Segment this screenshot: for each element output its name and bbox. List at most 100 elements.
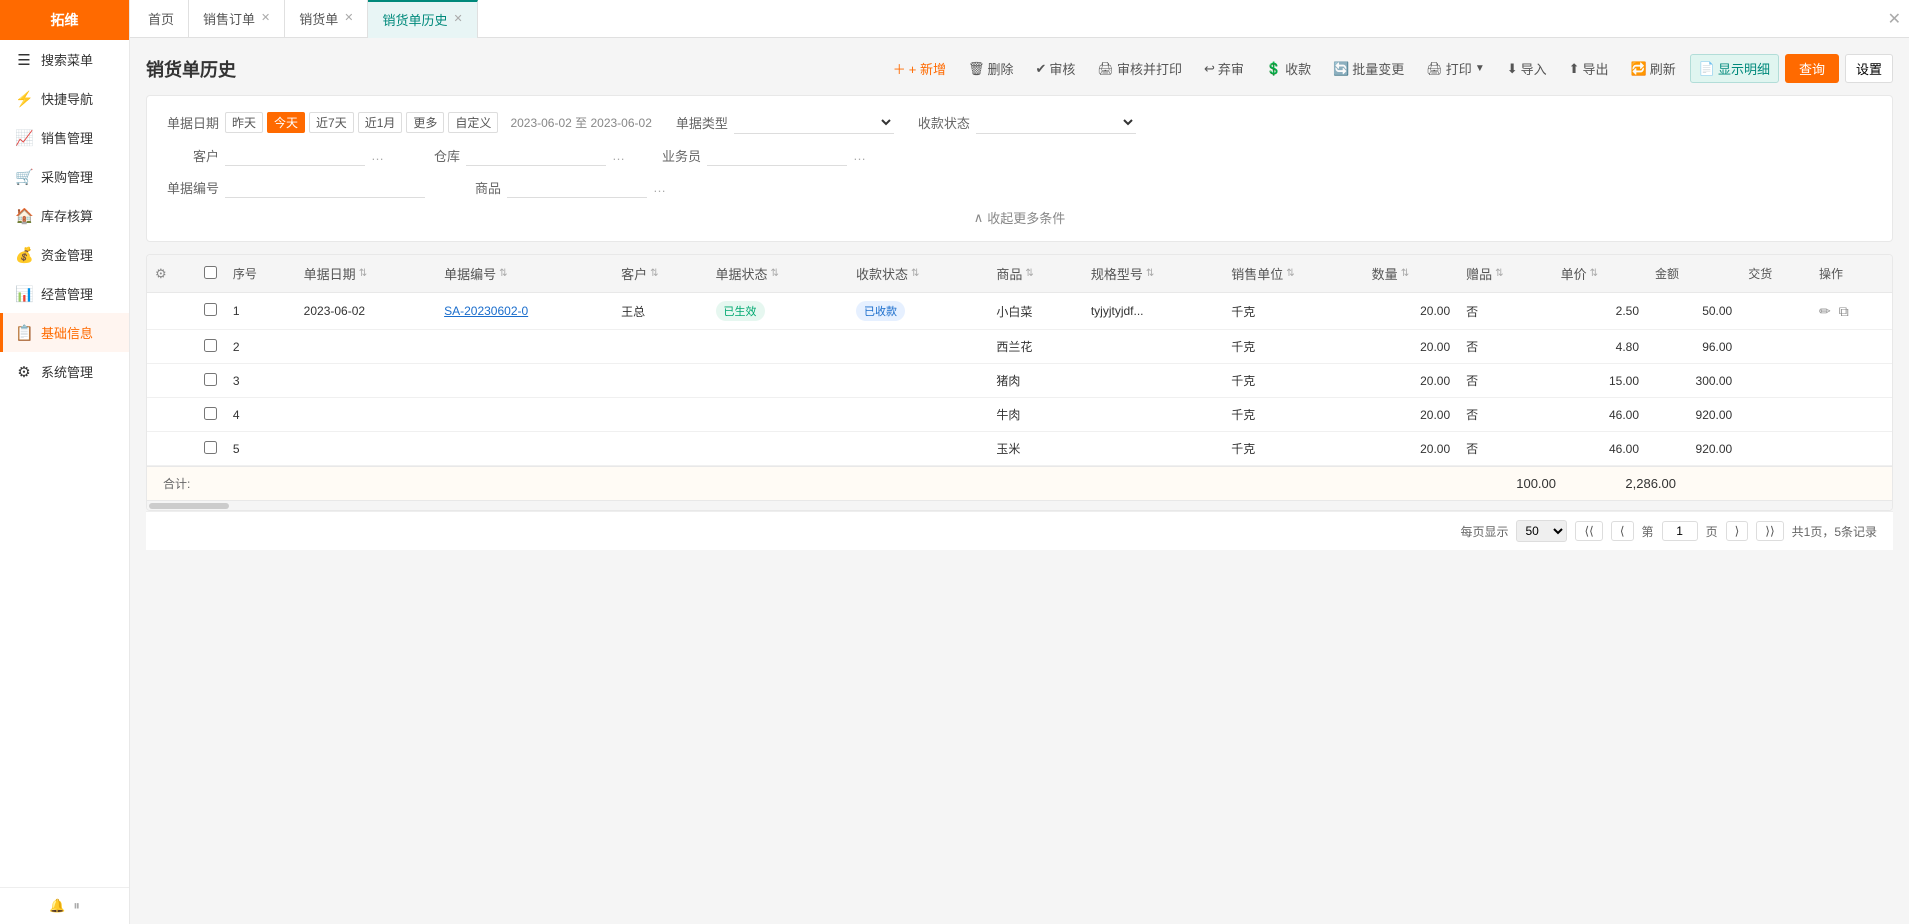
row-checkbox[interactable] — [204, 441, 217, 454]
goods-input[interactable] — [507, 176, 647, 198]
date-btn-more[interactable]: 更多 — [406, 112, 444, 133]
date-btn-custom[interactable]: 自定义 — [448, 112, 498, 133]
tab-sales-order-close[interactable]: ✕ — [261, 13, 270, 24]
select-all-checkbox[interactable] — [204, 266, 217, 279]
page-last-btn[interactable]: ⟩⟩ — [1756, 521, 1783, 541]
collect-button[interactable]: 💲 收款 — [1258, 55, 1319, 82]
cell-doc-no[interactable] — [436, 364, 613, 398]
per-page-select[interactable]: 50 100 200 — [1516, 520, 1567, 542]
tab-sales-history-close[interactable]: ✕ — [454, 14, 463, 25]
row-checkbox[interactable] — [204, 407, 217, 420]
edit-icon[interactable]: ✏ — [1819, 303, 1831, 320]
batch-change-button[interactable]: 🔄 批量变更 — [1325, 55, 1412, 82]
row-checkbox[interactable] — [204, 339, 217, 352]
th-customer[interactable]: 客户⇅ — [613, 255, 707, 293]
customer-dots[interactable]: … — [371, 148, 384, 163]
audit-button[interactable]: ✔ 审核 — [1028, 55, 1084, 82]
cell-doc-no[interactable]: SA-20230602-0 — [436, 293, 613, 330]
toolbar: ＋ + 新增 🗑 删除 ✔ 审核 🖨 审核并打印 ↩ 弃审 — [885, 54, 1893, 83]
tab-sales-order[interactable]: 销售订单 ✕ — [189, 0, 285, 38]
tab-sales-goods[interactable]: 销货单 ✕ — [285, 0, 368, 38]
cell-qty: 20.00 — [1364, 432, 1458, 466]
cell-goods: 西兰花 — [988, 330, 1082, 364]
table-settings-icon[interactable]: ⚙ — [155, 266, 167, 281]
scroll-bar[interactable] — [147, 500, 1892, 510]
sidebar-item-quick-nav[interactable]: ⚡ 快捷导航 — [0, 79, 129, 118]
salesperson-input[interactable] — [707, 144, 847, 166]
th-price[interactable]: 单价⇅ — [1553, 255, 1647, 293]
cell-customer — [613, 364, 707, 398]
abandon-button[interactable]: ↩ 弃审 — [1196, 55, 1252, 82]
th-doc-status[interactable]: 单据状态⇅ — [708, 255, 848, 293]
audit-print-button[interactable]: 🖨 审核并打印 — [1089, 55, 1190, 82]
page-first-btn[interactable]: ⟨⟨ — [1575, 521, 1602, 541]
cell-payment-status — [848, 364, 988, 398]
copy-icon[interactable]: ⧉ — [1839, 303, 1849, 320]
cell-spec — [1083, 330, 1223, 364]
new-button[interactable]: ＋ + 新增 — [885, 55, 954, 82]
delete-button[interactable]: 🗑 删除 — [960, 55, 1022, 82]
cell-checkbox[interactable] — [196, 432, 225, 466]
cell-doc-no[interactable] — [436, 330, 613, 364]
show-detail-button[interactable]: 📄 显示明细 — [1690, 54, 1779, 83]
scroll-thumb[interactable] — [149, 503, 229, 509]
refresh-button[interactable]: 🔁 刷新 — [1623, 55, 1684, 82]
doc-no-filter: 单据编号 — [163, 176, 425, 198]
doc-type-label: 单据类型 — [672, 113, 728, 132]
date-btn-yesterday[interactable]: 昨天 — [225, 112, 263, 133]
settings-button[interactable]: 设置 — [1845, 54, 1893, 83]
bell-icon[interactable]: 🔔 — [49, 898, 65, 914]
sidebar-item-inventory[interactable]: 🏠 库存核算 — [0, 196, 129, 235]
cell-checkbox[interactable] — [196, 293, 225, 330]
print-button[interactable]: 🖨 打印 ▼ — [1418, 55, 1492, 82]
row-checkbox[interactable] — [204, 373, 217, 386]
date-btn-7days[interactable]: 近7天 — [309, 112, 354, 133]
goods-dots[interactable]: … — [653, 180, 666, 195]
abandon-icon: ↩ — [1204, 61, 1215, 77]
sidebar-item-basic-info[interactable]: 📋 基础信息 — [0, 313, 129, 352]
th-payment-status[interactable]: 收款状态⇅ — [848, 255, 988, 293]
sidebar-item-finance[interactable]: 💰 资金管理 — [0, 235, 129, 274]
collapse-filter-btn[interactable]: ∧ 收起更多条件 — [163, 208, 1876, 227]
doc-type-select[interactable] — [734, 110, 894, 134]
th-qty[interactable]: 数量⇅ — [1364, 255, 1458, 293]
customer-input[interactable] — [225, 144, 365, 166]
doc-no-input[interactable] — [225, 176, 425, 198]
warehouse-dots[interactable]: … — [612, 148, 625, 163]
date-btn-1month[interactable]: 近1月 — [358, 112, 403, 133]
salesperson-dots[interactable]: … — [853, 148, 866, 163]
th-goods[interactable]: 商品⇅ — [988, 255, 1082, 293]
tab-sales-goods-close[interactable]: ✕ — [344, 13, 353, 24]
th-spec[interactable]: 规格型号⇅ — [1083, 255, 1223, 293]
sidebar-item-sales-mgmt[interactable]: 📈 销售管理 — [0, 118, 129, 157]
th-gift[interactable]: 赠品⇅ — [1458, 255, 1552, 293]
row-checkbox[interactable] — [204, 303, 217, 316]
th-date[interactable]: 单据日期⇅ — [296, 255, 436, 293]
page-number-input[interactable] — [1662, 521, 1698, 541]
sidebar-item-system-mgmt[interactable]: ⚙ 系统管理 — [0, 352, 129, 391]
th-doc-no[interactable]: 单据编号⇅ — [436, 255, 613, 293]
cell-checkbox[interactable] — [196, 364, 225, 398]
payment-status-select[interactable] — [976, 110, 1136, 134]
export-button[interactable]: ⬆ 导出 — [1561, 55, 1617, 82]
tab-home[interactable]: 首页 — [138, 0, 189, 38]
pause-icon[interactable]: ⏸ — [73, 898, 80, 914]
cell-checkbox[interactable] — [196, 330, 225, 364]
th-settings[interactable]: ⚙ — [147, 255, 196, 293]
tab-bar-close-all[interactable]: ✕ — [1888, 9, 1901, 29]
sidebar-item-purchase-mgmt[interactable]: 🛒 采购管理 — [0, 157, 129, 196]
warehouse-input[interactable] — [466, 144, 606, 166]
page-next-btn[interactable]: ⟩ — [1726, 521, 1749, 541]
tab-sales-history[interactable]: 销货单历史 ✕ — [368, 0, 477, 38]
import-button[interactable]: ⬇ 导入 — [1499, 55, 1555, 82]
date-btn-today[interactable]: 今天 — [267, 112, 305, 133]
cell-doc-no[interactable] — [436, 432, 613, 466]
cell-checkbox[interactable] — [196, 398, 225, 432]
cell-unit: 千克 — [1223, 330, 1363, 364]
th-unit[interactable]: 销售单位⇅ — [1223, 255, 1363, 293]
sidebar-item-search-menu[interactable]: ☰ 搜索菜单 — [0, 40, 129, 79]
query-button[interactable]: 查询 — [1785, 54, 1839, 83]
page-prev-btn[interactable]: ⟨ — [1611, 521, 1634, 541]
cell-doc-no[interactable] — [436, 398, 613, 432]
sidebar-item-operations[interactable]: 📊 经营管理 — [0, 274, 129, 313]
